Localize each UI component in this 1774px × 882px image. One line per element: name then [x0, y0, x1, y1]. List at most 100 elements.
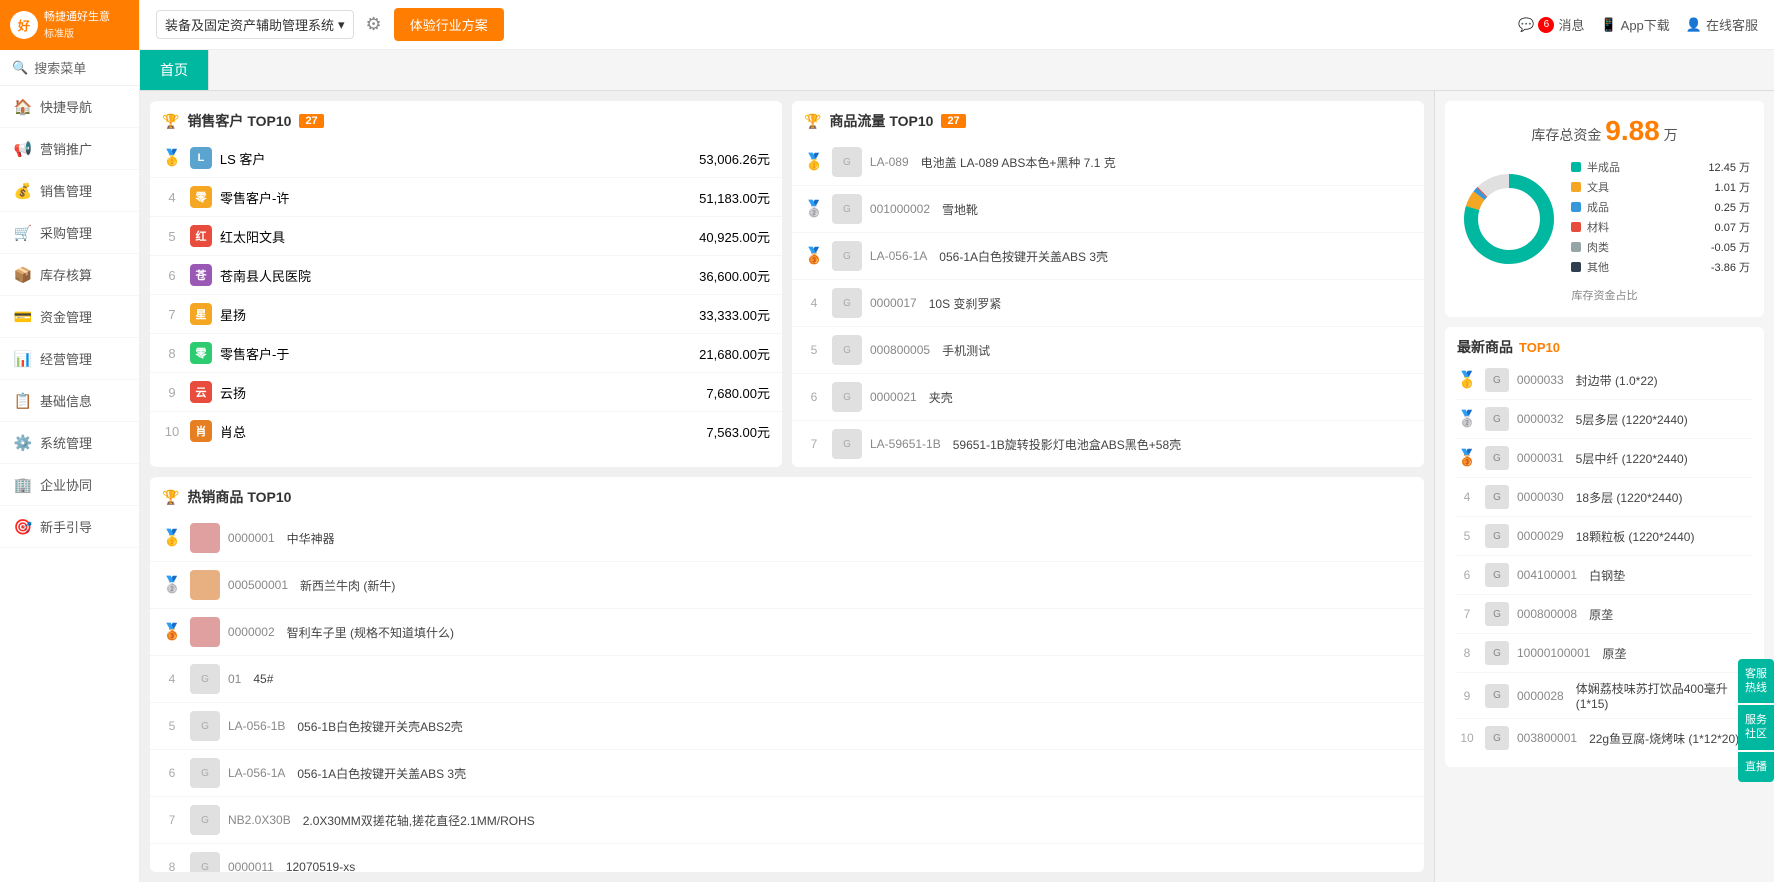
flow-code-2: 001000002 — [870, 202, 930, 216]
newest-rank-5: 5 — [1457, 529, 1477, 543]
content-area: 🏆 销售客户 TOP10 27 🥇 L LS 客户 53,006.26元 — [140, 91, 1774, 882]
newest-code-3: 0000031 — [1517, 451, 1564, 465]
flow-name-7: 59651-1B旋转投影灯电池盒ABS黑色+58壳 — [953, 436, 1181, 453]
rank-num-6: 8 — [162, 346, 182, 361]
hot-img-1 — [190, 523, 220, 553]
sidebar-item-caigou[interactable]: 🛒 采购管理 — [0, 212, 139, 254]
legend-val-0: 12.45 万 — [1708, 159, 1750, 175]
float-btn-service[interactable]: 客服 热线 — [1738, 659, 1774, 704]
nav-label: 新手引导 — [40, 517, 92, 536]
newest-row-2: 🥈 G 0000032 5层多层 (1220*2440) — [1457, 400, 1752, 439]
float-btn-live[interactable]: 直播 — [1738, 752, 1774, 782]
hot-code-7: NB2.0X30B — [228, 813, 291, 827]
newest-row-6: 6 G 004100001 白钢垫 — [1457, 556, 1752, 595]
newest-name-1: 封边带 (1.0*22) — [1576, 372, 1658, 389]
newest-label: 最新商品 — [1457, 337, 1513, 357]
hot-row-1: 🥇 0000001 中华神器 — [150, 515, 1424, 562]
customer-avatar-5: 星 — [190, 303, 212, 325]
flow-name-4: 10S 变刹罗紧 — [929, 295, 1002, 312]
customer-row-5: 7 星 星扬 33,333.00元 — [150, 295, 782, 334]
flow-count-badge: 27 — [941, 114, 965, 128]
online-service-label: 在线客服 — [1706, 15, 1758, 34]
newest-img-10: G — [1485, 726, 1509, 750]
newest-row-3: 🥉 G 0000031 5层中纤 (1220*2440) — [1457, 439, 1752, 478]
hot-code-4: 01 — [228, 672, 241, 686]
nav-label: 营销推广 — [40, 139, 92, 158]
newest-row-5: 5 G 0000029 18颗粒板 (1220*2440) — [1457, 517, 1752, 556]
logo-icon: 好 — [10, 11, 38, 39]
top-two-col: 🏆 销售客户 TOP10 27 🥇 L LS 客户 53,006.26元 — [150, 101, 1424, 467]
system-selector[interactable]: 装备及固定资产辅助管理系统 ▾ — [156, 10, 354, 39]
message-button[interactable]: 💬 6 消息 — [1518, 15, 1584, 34]
newest-medal-3: 🥉 — [1457, 448, 1477, 468]
hot-products-title: 热销商品 TOP10 — [187, 487, 291, 507]
hot-name-8: 12070519-xs — [286, 860, 355, 872]
newest-code-9: 0000028 — [1517, 689, 1564, 703]
hot-code-5: LA-056-1B — [228, 719, 285, 733]
flow-img-3: G — [832, 241, 862, 271]
sidebar-item-qiye[interactable]: 🏢 企业协同 — [0, 464, 139, 506]
hot-img-8: G — [190, 852, 220, 872]
flow-rank-5: 5 — [804, 343, 824, 357]
guide-icon: 🎯 — [14, 518, 32, 536]
flow-img-4: G — [832, 288, 862, 318]
sidebar-item-kucun[interactable]: 📦 库存核算 — [0, 254, 139, 296]
sidebar-item-kuaijie[interactable]: 🏠 快捷导航 — [0, 86, 139, 128]
sidebar: 好 畅捷通好生意 标准版 🔍 搜索菜单 🏠 快捷导航 📢 营销推广 💰 销售管理… — [0, 0, 140, 882]
legend-name-4: 肉类 — [1587, 239, 1705, 255]
legend-color-0 — [1571, 162, 1581, 172]
legend-name-5: 其他 — [1587, 259, 1705, 275]
product-flow-list: 🥇 G LA-089 电池盖 LA-089 ABS本色+黑种 7.1 克 🥈 G… — [792, 139, 1424, 467]
flow-medal-3: 🥉 — [804, 246, 824, 266]
online-service-button[interactable]: 👤 在线客服 — [1686, 15, 1758, 34]
customer-name-8: 肖总 — [220, 422, 246, 441]
newest-card: 最新商品 TOP10 🥇 G 0000033 封边带 (1.0*22) 🥈 G … — [1445, 327, 1764, 767]
newest-row-10: 10 G 003800001 22g鱼豆腐-烧烤味 (1*12*20) — [1457, 719, 1752, 757]
sidebar-logo: 好 畅捷通好生意 标准版 — [0, 0, 139, 50]
float-btn-community[interactable]: 服务 社区 — [1738, 705, 1774, 750]
flow-code-1: LA-089 — [870, 155, 909, 169]
sidebar-item-xinshou[interactable]: 🎯 新手引导 — [0, 506, 139, 548]
customer-top10-title: 销售客户 TOP10 — [187, 111, 291, 131]
sidebar-item-xiaoshou[interactable]: 💰 销售管理 — [0, 170, 139, 212]
flow-name-1: 电池盖 LA-089 ABS本色+黑种 7.1 克 — [921, 154, 1116, 171]
message-badge: 6 — [1538, 17, 1554, 33]
customer-avatar-7: 云 — [190, 381, 212, 403]
customer-avatar-4: 苍 — [190, 264, 212, 286]
sidebar-search[interactable]: 🔍 搜索菜单 — [0, 50, 139, 86]
sales-icon: 💰 — [14, 182, 32, 200]
flow-row-7: 7 G LA-59651-1B 59651-1B旋转投影灯电池盒ABS黑色+58… — [792, 421, 1424, 467]
inventory-label: 库存总资金 — [1531, 127, 1601, 143]
trial-button[interactable]: 体验行业方案 — [394, 8, 504, 41]
sidebar-item-yingxiao[interactable]: 📢 营销推广 — [0, 128, 139, 170]
app-download-label: App下载 — [1621, 15, 1670, 34]
flow-code-3: LA-056-1A — [870, 249, 927, 263]
sidebar-item-zijin[interactable]: 💳 资金管理 — [0, 296, 139, 338]
customer-row-3: 5 红 红太阳文具 40,925.00元 — [150, 217, 782, 256]
newest-code-5: 0000029 — [1517, 529, 1564, 543]
customer-avatar-8: 肖 — [190, 420, 212, 442]
hot-row-6: 6 G LA-056-1A 056-1A白色按键开关盖ABS 3壳 — [150, 750, 1424, 797]
logo-text: 畅捷通好生意 — [44, 10, 110, 25]
newest-top10-badge: TOP10 — [1519, 340, 1560, 355]
newest-img-4: G — [1485, 485, 1509, 509]
flow-name-5: 手机测试 — [942, 342, 990, 359]
newest-medal-2: 🥈 — [1457, 409, 1477, 429]
trophy-icon: 🏆 — [162, 113, 179, 130]
tab-home[interactable]: 首页 — [140, 50, 209, 90]
newest-row-1: 🥇 G 0000033 封边带 (1.0*22) — [1457, 361, 1752, 400]
customer-avatar-3: 红 — [190, 225, 212, 247]
settings-icon[interactable]: ⚙ — [366, 14, 382, 35]
sidebar-item-jichu[interactable]: 📋 基础信息 — [0, 380, 139, 422]
app-download-button[interactable]: 📱 App下载 — [1600, 15, 1669, 34]
basics-icon: 📋 — [14, 392, 32, 410]
hot-rank-4: 4 — [162, 672, 182, 686]
newest-img-2: G — [1485, 407, 1509, 431]
sidebar-item-xitong[interactable]: ⚙️ 系统管理 — [0, 422, 139, 464]
inventory-chart-label: 库存资金占比 — [1459, 287, 1750, 303]
rank-num-2: 4 — [162, 190, 182, 205]
newest-img-9: G — [1485, 684, 1509, 708]
legend-name-0: 半成品 — [1587, 159, 1702, 175]
customer-row-8: 10 肖 肖总 7,563.00元 — [150, 412, 782, 450]
sidebar-item-jingying[interactable]: 📊 经营管理 — [0, 338, 139, 380]
